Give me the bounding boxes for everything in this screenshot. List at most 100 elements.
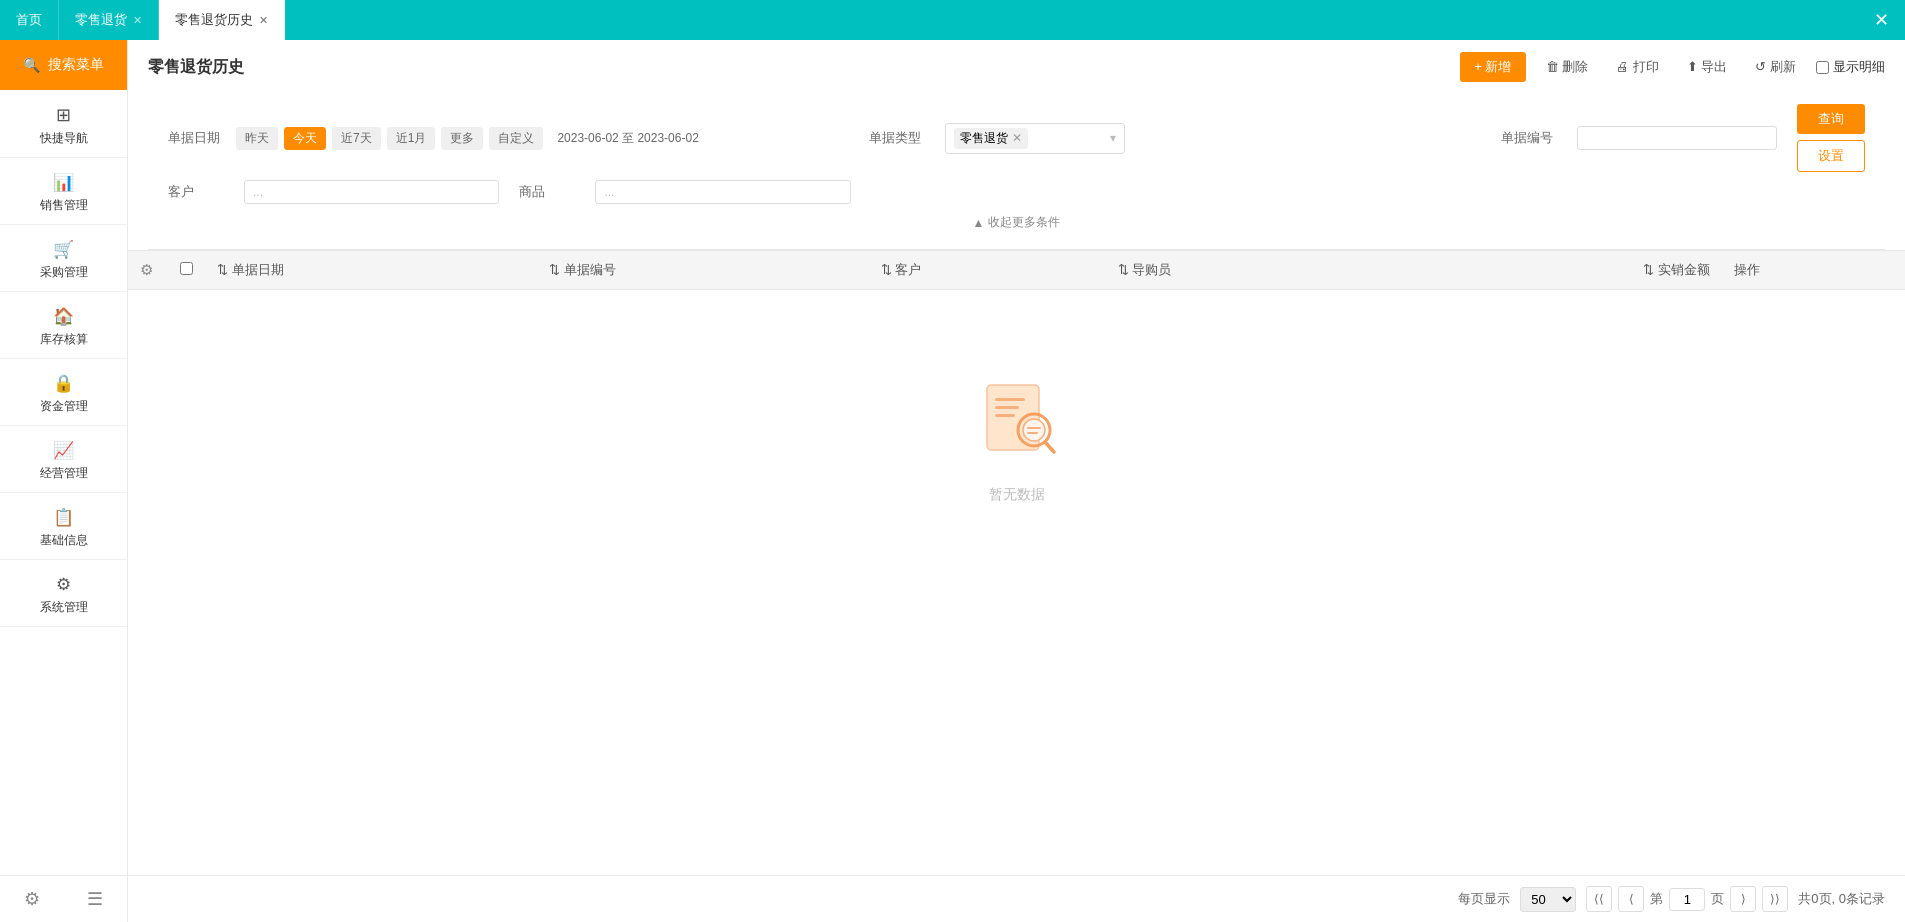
empty-state: 暂无数据 <box>128 290 1905 584</box>
sidebar-item-inventory-label: 库存核算 <box>40 331 88 348</box>
date-btn-custom[interactable]: 自定义 <box>489 127 543 150</box>
filter-row-1: 单据日期 昨天 今天 近7天 近1月 更多 自定义 2023-06-02 至 2… <box>168 104 1865 172</box>
filter-row-2: 客户 ... 商品 ... <box>168 180 1865 204</box>
svg-rect-1 <box>995 398 1025 401</box>
th-guide-label: ⇅ 导购员 <box>1118 262 1172 277</box>
customer-input[interactable]: ... <box>244 180 499 204</box>
top-bar: 首页 零售退货 ✕ 零售退货历史 ✕ ✕ <box>0 0 1905 40</box>
doc-type-chevron-icon: ▾ <box>1110 131 1116 145</box>
new-button[interactable]: + 新增 <box>1460 52 1525 82</box>
last-page-button[interactable]: ⟩⟩ <box>1762 886 1788 912</box>
collapse-button[interactable]: ▲ 收起更多条件 <box>969 210 1065 235</box>
window-close-button[interactable]: ✕ <box>1874 9 1905 31</box>
delete-button[interactable]: 🗑 删除 <box>1538 54 1597 80</box>
query-button[interactable]: 查询 <box>1797 104 1865 134</box>
query-btn-group: 查询 设置 <box>1797 104 1865 172</box>
sidebar-item-finance[interactable]: 🔒 资金管理 <box>0 359 127 426</box>
finance-icon: 🔒 <box>53 373 74 394</box>
select-all-checkbox[interactable] <box>180 262 193 275</box>
export-button[interactable]: ⬆ 导出 <box>1679 54 1736 80</box>
first-page-button[interactable]: ⟨⟨ <box>1586 886 1612 912</box>
date-range-display: 2023-06-02 至 2023-06-02 <box>557 130 698 147</box>
per-page-select[interactable]: 20 50 100 <box>1520 887 1576 912</box>
set-button[interactable]: 设置 <box>1797 140 1865 172</box>
customer-filter-field: 客户 ... <box>168 180 499 204</box>
refresh-button[interactable]: ↺ 刷新 <box>1747 54 1804 80</box>
th-date[interactable]: ⇅ 单据日期 <box>205 251 537 290</box>
date-btn-more[interactable]: 更多 <box>441 127 483 150</box>
sidebar-item-sales[interactable]: 📊 销售管理 <box>0 158 127 225</box>
sidebar-item-operations-label: 经营管理 <box>40 465 88 482</box>
data-table: ⚙ ⇅ 单据日期 ⇅ 单据编号 <box>128 251 1905 290</box>
date-btn-yesterday[interactable]: 昨天 <box>236 127 278 150</box>
th-number-label: ⇅ 单据编号 <box>549 262 616 277</box>
product-filter-field: 商品 ... <box>519 180 850 204</box>
product-input[interactable]: ... <box>595 180 850 204</box>
total-label: 共0页, 0条记录 <box>1798 890 1885 908</box>
toolbar-actions: + 新增 🗑 删除 🖨 打印 ⬆ 导出 ↺ 刷新 显示明细 <box>1460 52 1885 82</box>
table-settings-button[interactable]: ⚙ <box>140 261 153 279</box>
tab-retail-return-label: 零售退货 <box>75 11 127 29</box>
next-page-button[interactable]: ⟩ <box>1730 886 1756 912</box>
sidebar: 🔍 搜索菜单 ⊞ 快捷导航 📊 销售管理 🛒 采购管理 🏠 库存核算 🔒 <box>0 40 128 922</box>
sidebar-item-quick-nav[interactable]: ⊞ 快捷导航 <box>0 90 127 158</box>
system-icon: ⚙ <box>56 574 71 595</box>
page-title: 零售退货历史 <box>148 57 244 78</box>
sidebar-item-inventory[interactable]: 🏠 库存核算 <box>0 292 127 359</box>
sidebar-bottom: ⚙ ☰ <box>0 875 127 922</box>
tab-retail-return-history-close[interactable]: ✕ <box>259 14 268 27</box>
tab-home[interactable]: 首页 <box>0 0 59 40</box>
tab-retail-return-close[interactable]: ✕ <box>133 14 142 27</box>
doc-type-select[interactable]: 零售退货 ✕ ▾ <box>945 123 1125 154</box>
th-settings: ⚙ <box>128 251 168 290</box>
customer-placeholder: ... <box>253 185 263 199</box>
th-customer-label: ⇅ 客户 <box>881 262 922 277</box>
th-amount[interactable]: ⇅ 实销金额 <box>1390 251 1722 290</box>
date-btn-today[interactable]: 今天 <box>284 127 326 150</box>
th-customer[interactable]: ⇅ 客户 <box>869 251 1106 290</box>
page-number-input[interactable]: 1 <box>1669 888 1705 911</box>
tab-retail-return-history-label: 零售退货历史 <box>175 11 253 29</box>
tab-retail-return[interactable]: 零售退货 ✕ <box>59 0 159 40</box>
svg-rect-2 <box>995 406 1019 409</box>
sidebar-menu-icon[interactable]: ☰ <box>87 888 103 910</box>
sidebar-item-sales-label: 销售管理 <box>40 197 88 214</box>
sidebar-item-base-info[interactable]: 📋 基础信息 <box>0 493 127 560</box>
doc-type-chip-remove[interactable]: ✕ <box>1012 131 1022 145</box>
sidebar-item-system-label: 系统管理 <box>40 599 88 616</box>
doc-number-input[interactable] <box>1577 126 1777 150</box>
prev-page-button[interactable]: ⟨ <box>1618 886 1644 912</box>
tab-retail-return-history[interactable]: 零售退货历史 ✕ <box>159 0 285 40</box>
sidebar-item-purchase-label: 采购管理 <box>40 264 88 281</box>
date-btn-1month[interactable]: 近1月 <box>387 127 436 150</box>
collapse-label: 收起更多条件 <box>988 214 1060 231</box>
date-btn-7days[interactable]: 近7天 <box>332 127 381 150</box>
sidebar-search-label: 搜索菜单 <box>48 56 104 74</box>
tab-list: 首页 零售退货 ✕ 零售退货历史 ✕ <box>0 0 1874 40</box>
display-detail-label[interactable]: 显示明细 <box>1816 58 1885 76</box>
page-nav: ⟨⟨ ⟨ 第 1 页 ⟩ ⟩⟩ <box>1586 886 1788 912</box>
th-checkbox <box>168 251 205 290</box>
quick-nav-icon: ⊞ <box>56 104 71 126</box>
display-detail-checkbox[interactable] <box>1816 61 1829 74</box>
table-header-row: ⚙ ⇅ 单据日期 ⇅ 单据编号 <box>128 251 1905 290</box>
sidebar-item-system[interactable]: ⚙ 系统管理 <box>0 560 127 627</box>
print-button[interactable]: 🖨 打印 <box>1608 54 1667 80</box>
page-header: 零售退货历史 + 新增 🗑 删除 🖨 打印 ⬆ 导出 ↺ 刷新 显示明细 <box>128 40 1905 251</box>
doc-number-label: 单据编号 <box>1501 129 1561 147</box>
empty-icon <box>967 370 1067 470</box>
main-content: 零售退货历史 + 新增 🗑 删除 🖨 打印 ⬆ 导出 ↺ 刷新 显示明细 <box>128 40 1905 922</box>
filter-area: 单据日期 昨天 今天 近7天 近1月 更多 自定义 2023-06-02 至 2… <box>148 94 1885 250</box>
page-suffix: 页 <box>1711 890 1724 908</box>
empty-text: 暂无数据 <box>989 486 1045 504</box>
sidebar-settings-icon[interactable]: ⚙ <box>24 888 40 910</box>
th-number[interactable]: ⇅ 单据编号 <box>537 251 869 290</box>
product-placeholder: ... <box>604 185 614 199</box>
th-guide[interactable]: ⇅ 导购员 <box>1106 251 1390 290</box>
sidebar-item-purchase[interactable]: 🛒 采购管理 <box>0 225 127 292</box>
sidebar-item-operations[interactable]: 📈 经营管理 <box>0 426 127 493</box>
customer-label: 客户 <box>168 183 228 201</box>
svg-point-5 <box>1023 419 1045 441</box>
th-actions: 操作 <box>1722 251 1905 290</box>
sidebar-search[interactable]: 🔍 搜索菜单 <box>0 40 127 90</box>
